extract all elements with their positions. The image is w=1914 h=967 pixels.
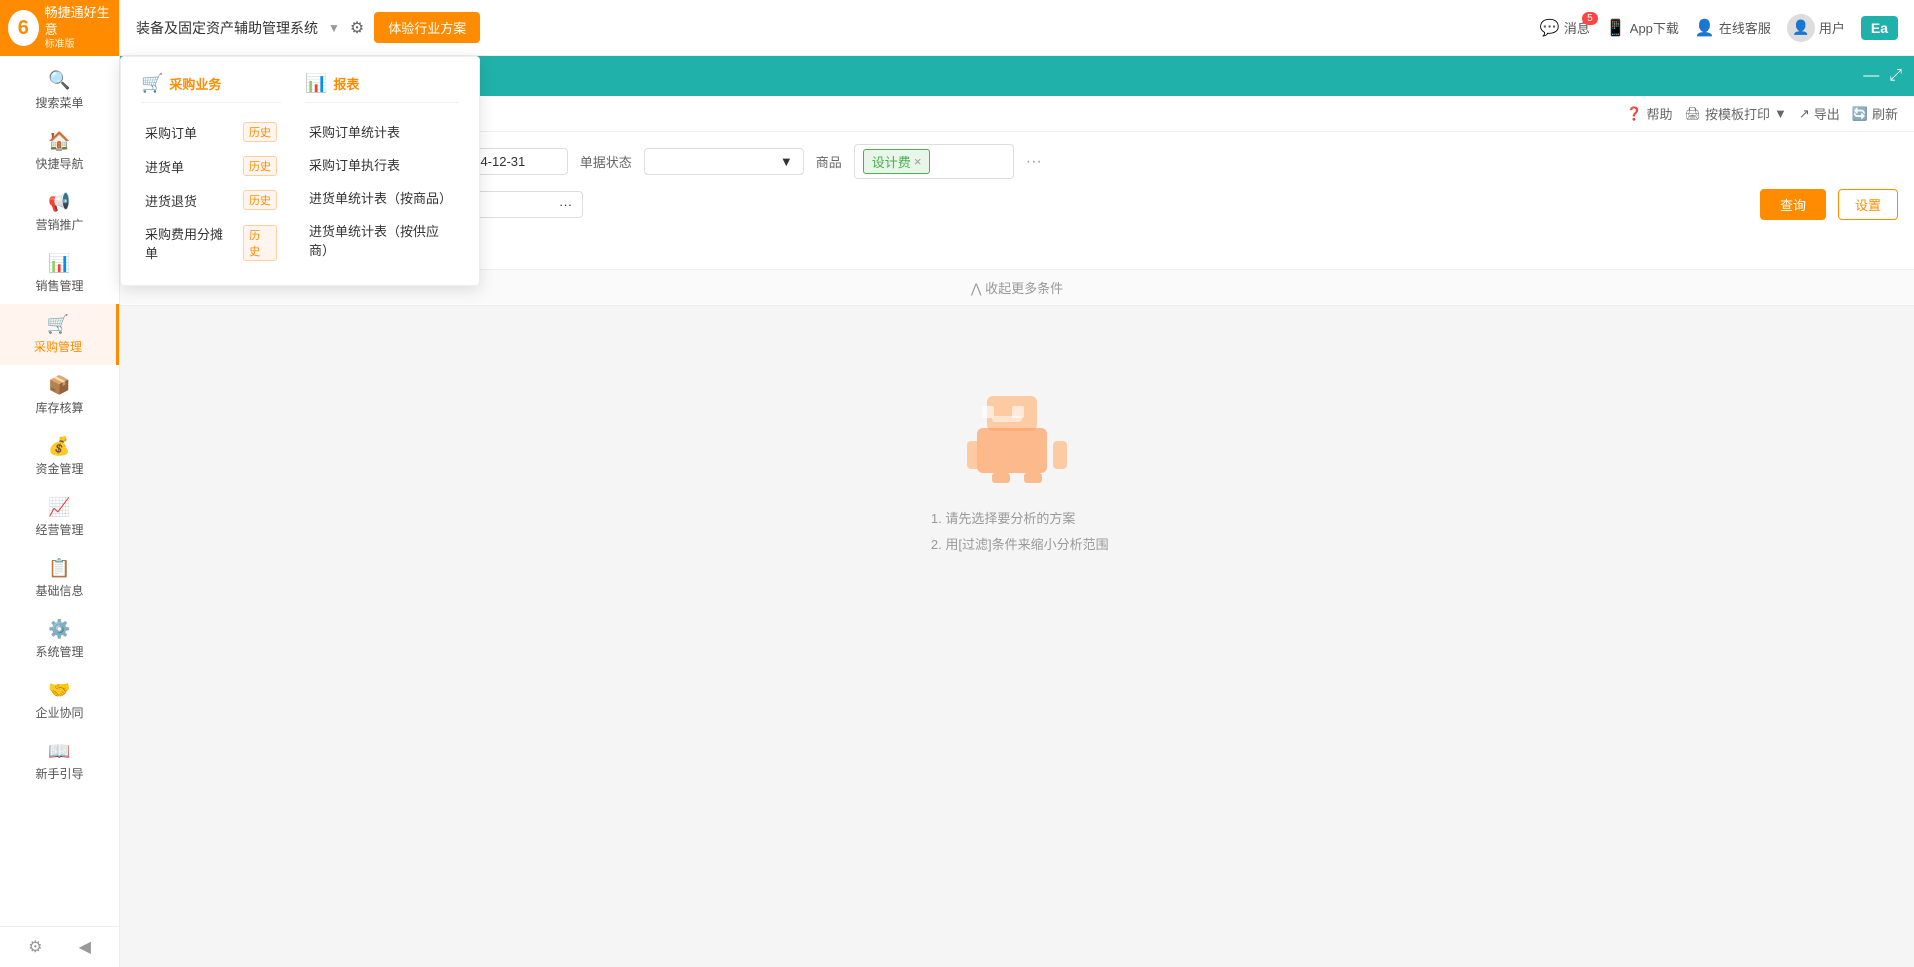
- tab-maximize-icon[interactable]: ⤢: [1889, 67, 1902, 85]
- topbar-dropdown-arrow[interactable]: ▼: [328, 21, 340, 35]
- topbar-gear-icon[interactable]: ⚙: [350, 18, 364, 38]
- refresh-action[interactable]: 🔄 刷新: [1852, 104, 1898, 123]
- empty-illustration: [957, 386, 1077, 486]
- message-icon: 💬: [1540, 18, 1560, 38]
- goods-tag-close[interactable]: ×: [914, 154, 922, 169]
- sidebar-item-inventory[interactable]: 📦 库存核算: [0, 365, 119, 426]
- topbar: 装备及固定资产辅助管理系统 ▼ ⚙ 体验行业方案 💬 消息 5 📱 App下载 …: [120, 0, 1914, 56]
- sidebar-collapse-btn[interactable]: ◀: [79, 937, 91, 957]
- salesperson-dropdown-icon: ···: [559, 197, 572, 212]
- guide-icon: 📖: [48, 741, 70, 762]
- sidebar-item-guide[interactable]: 📖 新手引导: [0, 731, 119, 792]
- purchase-col: 🛒 采购业务 采购订单 历史 进货单 历史 进货退货 历史 采购费用分摊单 历史: [141, 73, 281, 269]
- empty-state: 请先选择要分析的方案 用[过滤]条件来缩小分析范围: [120, 306, 1914, 638]
- query-btn[interactable]: 查询: [1760, 189, 1826, 220]
- user-badge: Ea: [1861, 16, 1898, 40]
- goods-more-btn[interactable]: ···: [1026, 153, 1042, 171]
- sidebar-item-basicinfo[interactable]: 📋 基础信息: [0, 548, 119, 609]
- purchase-col-icon: 🛒: [141, 73, 163, 94]
- avatar: 👤: [1787, 14, 1815, 42]
- system-icon: ⚙️: [48, 619, 70, 640]
- message-badge: 5: [1582, 12, 1598, 25]
- system-title: 装备及固定资产辅助管理系统: [136, 18, 318, 38]
- marketing-icon: 📢: [48, 192, 70, 213]
- sales-icon: 📊: [48, 253, 70, 274]
- inventory-icon: 📦: [48, 375, 70, 396]
- sidebar-item-purchase[interactable]: 🛒 采购管理: [0, 304, 119, 365]
- operations-icon: 📈: [48, 497, 70, 518]
- sidebar-footer: ⚙ ◀: [0, 926, 119, 967]
- sidebar-logo: 6 畅捷通好生意 标准版: [0, 0, 119, 56]
- refresh-icon: 🔄: [1852, 106, 1868, 122]
- export-action[interactable]: ↗ 导出: [1799, 104, 1840, 123]
- purchase-order-badge: 历史: [243, 122, 277, 142]
- logo-text: 畅捷通好生意 标准版: [45, 5, 111, 52]
- finance-icon: 💰: [48, 436, 70, 457]
- help-action[interactable]: ❓ 帮助: [1626, 104, 1672, 123]
- home-icon: 🏠: [48, 131, 70, 152]
- dropdown-item-report-3[interactable]: 进货单统计表（按商品）: [305, 181, 459, 214]
- goods-label: 商品: [816, 152, 842, 171]
- tab-minimize-icon[interactable]: —: [1863, 67, 1879, 85]
- export-icon: ↗: [1799, 106, 1810, 122]
- purchase-icon: 🛒: [47, 314, 69, 335]
- sidebar-item-search[interactable]: 🔍 搜索菜单: [0, 60, 119, 121]
- dropdown-item-return[interactable]: 进货退货 历史: [141, 183, 281, 217]
- goods-tag: 设计费 ×: [863, 149, 931, 174]
- tabbar-actions: — ⤢: [1863, 67, 1914, 85]
- empty-robot-svg: [957, 386, 1077, 486]
- settings-btn[interactable]: 设置: [1838, 189, 1898, 220]
- doc-status-label: 单据状态: [580, 152, 632, 171]
- search-menu-icon: 🔍: [48, 70, 70, 91]
- message-action[interactable]: 💬 消息 5: [1540, 18, 1590, 38]
- sidebar-item-quicknav[interactable]: 🏠 快捷导航: [0, 121, 119, 182]
- sidebar-item-marketing[interactable]: 📢 营销推广: [0, 182, 119, 243]
- sidebar: 6 畅捷通好生意 标准版 🔍 搜索菜单 🏠 快捷导航 📢 营销推广 📊 销售管理…: [0, 0, 120, 967]
- cooperation-icon: 🤝: [48, 680, 70, 701]
- topbar-actions: 💬 消息 5 📱 App下载 👤 在线客服 👤 用户 Ea: [1540, 14, 1898, 42]
- sidebar-item-operations[interactable]: 📈 经营管理: [0, 487, 119, 548]
- dropdown-item-report-2[interactable]: 采购订单执行表: [305, 148, 459, 181]
- online-service-action[interactable]: 👤 在线客服: [1695, 18, 1771, 38]
- print-action[interactable]: 🖨 按模板打印 ▼: [1684, 104, 1786, 123]
- doc-status-dropdown-icon: ▼: [780, 154, 793, 169]
- app-download-action[interactable]: 📱 App下载: [1606, 18, 1679, 38]
- sidebar-item-system[interactable]: ⚙️ 系统管理: [0, 609, 119, 670]
- help-icon: ❓: [1626, 106, 1642, 122]
- report-col: 📊 报表 采购订单统计表 采购订单执行表 进货单统计表（按商品） 进货单统计表（…: [305, 73, 459, 269]
- logo-icon: 6: [8, 10, 39, 46]
- report-col-header: 📊 报表: [305, 73, 459, 103]
- doc-status-select[interactable]: ▼: [644, 148, 804, 175]
- app-icon: 📱: [1606, 18, 1626, 38]
- inbound-badge: 历史: [243, 156, 277, 176]
- dropdown-item-inbound[interactable]: 进货单 历史: [141, 149, 281, 183]
- empty-hints: 请先选择要分析的方案 用[过滤]条件来缩小分析范围: [925, 506, 1108, 558]
- service-icon: 👤: [1695, 18, 1715, 38]
- sidebar-item-cooperation[interactable]: 🤝 企业协同: [0, 670, 119, 731]
- sidebar-settings-btn[interactable]: ⚙: [28, 937, 42, 957]
- basicinfo-icon: 📋: [48, 558, 70, 579]
- print-icon: 🖨: [1684, 106, 1701, 122]
- dropdown-item-report-4[interactable]: 进货单统计表（按供应商）: [305, 214, 459, 266]
- dropdown-item-purchase-order[interactable]: 采购订单 历史: [141, 115, 281, 149]
- sidebar-menu: 🔍 搜索菜单 🏠 快捷导航 📢 营销推广 📊 销售管理 🛒 采购管理 📦 库存核…: [0, 56, 119, 926]
- purchase-col-header: 🛒 采购业务: [141, 73, 281, 103]
- return-badge: 历史: [243, 190, 277, 210]
- expense-badge: 历史: [243, 225, 277, 261]
- purchase-dropdown-menu: 🛒 采购业务 采购订单 历史 进货单 历史 进货退货 历史 采购费用分摊单 历史: [120, 56, 480, 286]
- collapse-icon: ⋀: [971, 281, 982, 296]
- sidebar-item-sales[interactable]: 📊 销售管理: [0, 243, 119, 304]
- industry-btn[interactable]: 体验行业方案: [374, 12, 480, 43]
- goods-filter: 设计费 ×: [854, 144, 1014, 179]
- report-col-icon: 📊: [305, 73, 327, 94]
- print-dropdown-icon[interactable]: ▼: [1774, 106, 1787, 121]
- dropdown-item-expense[interactable]: 采购费用分摊单 历史: [141, 217, 281, 269]
- sidebar-item-finance[interactable]: 💰 资金管理: [0, 426, 119, 487]
- dropdown-item-report-1[interactable]: 采购订单统计表: [305, 115, 459, 148]
- user-action[interactable]: 👤 用户: [1787, 14, 1845, 42]
